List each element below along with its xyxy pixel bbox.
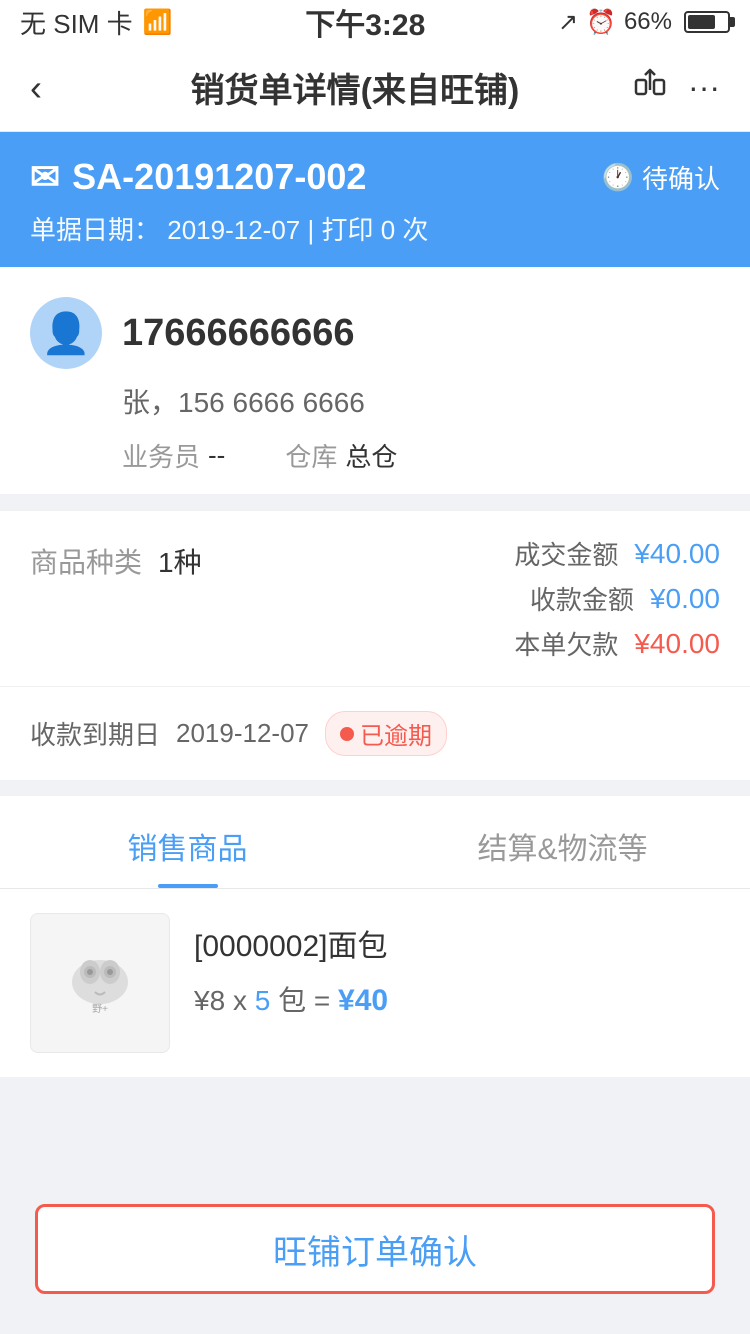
- section-divider: [0, 780, 750, 796]
- amount-value: ¥40.00: [634, 538, 720, 570]
- status-bar: 无 SIM 卡 📶 下午3:28 ↗ ⏰ 66%: [0, 0, 750, 44]
- battery-percent: 66%: [624, 8, 672, 36]
- confirm-order-button[interactable]: 旺铺订单确认: [35, 1204, 715, 1294]
- tabs-row: 销售商品 结算&物流等: [0, 796, 750, 889]
- customer-phone[interactable]: 17666666666: [122, 312, 354, 355]
- product-image-placeholder: 野+: [60, 937, 140, 1030]
- tab-settlement-logistics[interactable]: 结算&物流等: [375, 796, 750, 888]
- share-button[interactable]: [632, 66, 668, 110]
- salesperson-item: 业务员 --: [122, 437, 225, 474]
- overdue-badge: 已逾期: [325, 711, 447, 756]
- nav-title: 销货单详情(来自旺铺): [90, 63, 620, 112]
- due-item: 本单欠款 ¥40.00: [514, 625, 720, 662]
- back-button[interactable]: ‹: [30, 67, 90, 109]
- unit-price: ¥8: [194, 985, 225, 1016]
- customer-name: 张，156 6666 6666: [122, 381, 720, 421]
- tabs-section: 销售商品 结算&物流等: [0, 796, 750, 1077]
- payment-due-label: 收款到期日: [30, 715, 160, 752]
- multiply-sign: x: [233, 985, 255, 1016]
- product-list: 野+ [0000002]面包 ¥8 x 5 包 = ¥40: [0, 889, 750, 1077]
- product-thumbnail: 野+: [30, 913, 170, 1053]
- date-label: 单据日期：: [30, 215, 160, 245]
- due-value: ¥40.00: [634, 628, 720, 660]
- order-status: 🕐 待确认: [602, 159, 720, 196]
- overdue-text: 已逾期: [360, 716, 432, 751]
- avatar-icon: 👤: [41, 310, 91, 357]
- salesperson-value: --: [208, 440, 225, 471]
- received-value: ¥0.00: [650, 583, 720, 615]
- status-text: 待确认: [642, 159, 720, 196]
- warehouse-value: 总仓: [345, 437, 397, 474]
- received-item: 收款金额 ¥0.00: [530, 580, 720, 617]
- order-header: ✉ SA-20191207-002 🕐 待确认 单据日期： 2019-12-07…: [0, 132, 750, 267]
- time-display: 下午3:28: [305, 0, 425, 44]
- order-date-row: 单据日期： 2019-12-07 | 打印 0 次: [30, 210, 720, 247]
- order-icon: ✉: [30, 156, 60, 198]
- wifi-icon: 📶: [143, 8, 173, 37]
- order-date: 2019-12-07: [167, 215, 300, 245]
- order-id: ✉ SA-20191207-002: [30, 156, 366, 198]
- amount-item: 成交金额 ¥40.00: [514, 535, 720, 572]
- unit: 包: [278, 985, 306, 1016]
- tab-sales-products[interactable]: 销售商品: [0, 796, 375, 888]
- print-count: 0: [381, 215, 395, 245]
- quantity: 5: [255, 985, 271, 1016]
- payment-due-date: 2019-12-07: [176, 718, 309, 749]
- warehouse-label: 仓库: [285, 437, 337, 474]
- summary-row: 商品种类 1种 成交金额 ¥40.00 收款金额 ¥0.00 本单欠款 ¥40.…: [30, 535, 720, 662]
- status-left: 无 SIM 卡 📶: [20, 4, 173, 41]
- order-id-text: SA-20191207-002: [72, 156, 366, 198]
- print-label: | 打印: [307, 215, 380, 245]
- payment-due-row: 收款到期日 2019-12-07 已逾期: [30, 711, 720, 756]
- equals-sign: =: [314, 985, 338, 1016]
- total-price: ¥40: [338, 984, 388, 1017]
- customer-row: 👤 17666666666: [30, 297, 720, 369]
- amount-label: 成交金额: [514, 535, 618, 572]
- carrier-text: 无 SIM 卡: [20, 4, 133, 41]
- summary-section: 商品种类 1种 成交金额 ¥40.00 收款金额 ¥0.00 本单欠款 ¥40.…: [0, 510, 750, 686]
- customer-meta: 业务员 -- 仓库 总仓: [122, 437, 720, 474]
- product-type-label: 商品种类: [30, 541, 142, 581]
- product-item: 野+ [0000002]面包 ¥8 x 5 包 = ¥40: [30, 913, 720, 1053]
- salesperson-label: 业务员: [122, 437, 200, 474]
- status-clock-icon: 🕐: [602, 162, 634, 193]
- order-id-row: ✉ SA-20191207-002 🕐 待确认: [30, 156, 720, 198]
- print-unit: 次: [402, 215, 428, 245]
- received-label: 收款金额: [530, 580, 634, 617]
- overdue-dot: [340, 727, 354, 741]
- product-name: [0000002]面包: [194, 921, 720, 965]
- battery-icon: [684, 11, 730, 33]
- product-info: [0000002]面包 ¥8 x 5 包 = ¥40: [194, 913, 720, 1019]
- confirm-button-wrap: 旺铺订单确认: [35, 1204, 715, 1294]
- svg-text:野+: 野+: [92, 1003, 108, 1015]
- payment-due-section: 收款到期日 2019-12-07 已逾期: [0, 686, 750, 780]
- avatar: 👤: [30, 297, 102, 369]
- summary-left: 商品种类 1种: [30, 535, 202, 581]
- location-icon: ↗: [558, 8, 578, 37]
- nav-bar: ‹ 销货单详情(来自旺铺) ···: [0, 44, 750, 132]
- status-right: ↗ ⏰ 66%: [558, 8, 730, 37]
- alarm-icon: ⏰: [586, 8, 616, 37]
- summary-right: 成交金额 ¥40.00 收款金额 ¥0.00 本单欠款 ¥40.00: [514, 535, 720, 662]
- product-type-count: 1种: [158, 541, 202, 581]
- due-label: 本单欠款: [514, 625, 618, 662]
- nav-actions: ···: [620, 66, 720, 110]
- product-price-row: ¥8 x 5 包 = ¥40: [194, 979, 720, 1019]
- warehouse-item: 仓库 总仓: [285, 437, 397, 474]
- more-button[interactable]: ···: [688, 69, 720, 106]
- customer-card: 👤 17666666666 张，156 6666 6666 业务员 -- 仓库 …: [0, 267, 750, 494]
